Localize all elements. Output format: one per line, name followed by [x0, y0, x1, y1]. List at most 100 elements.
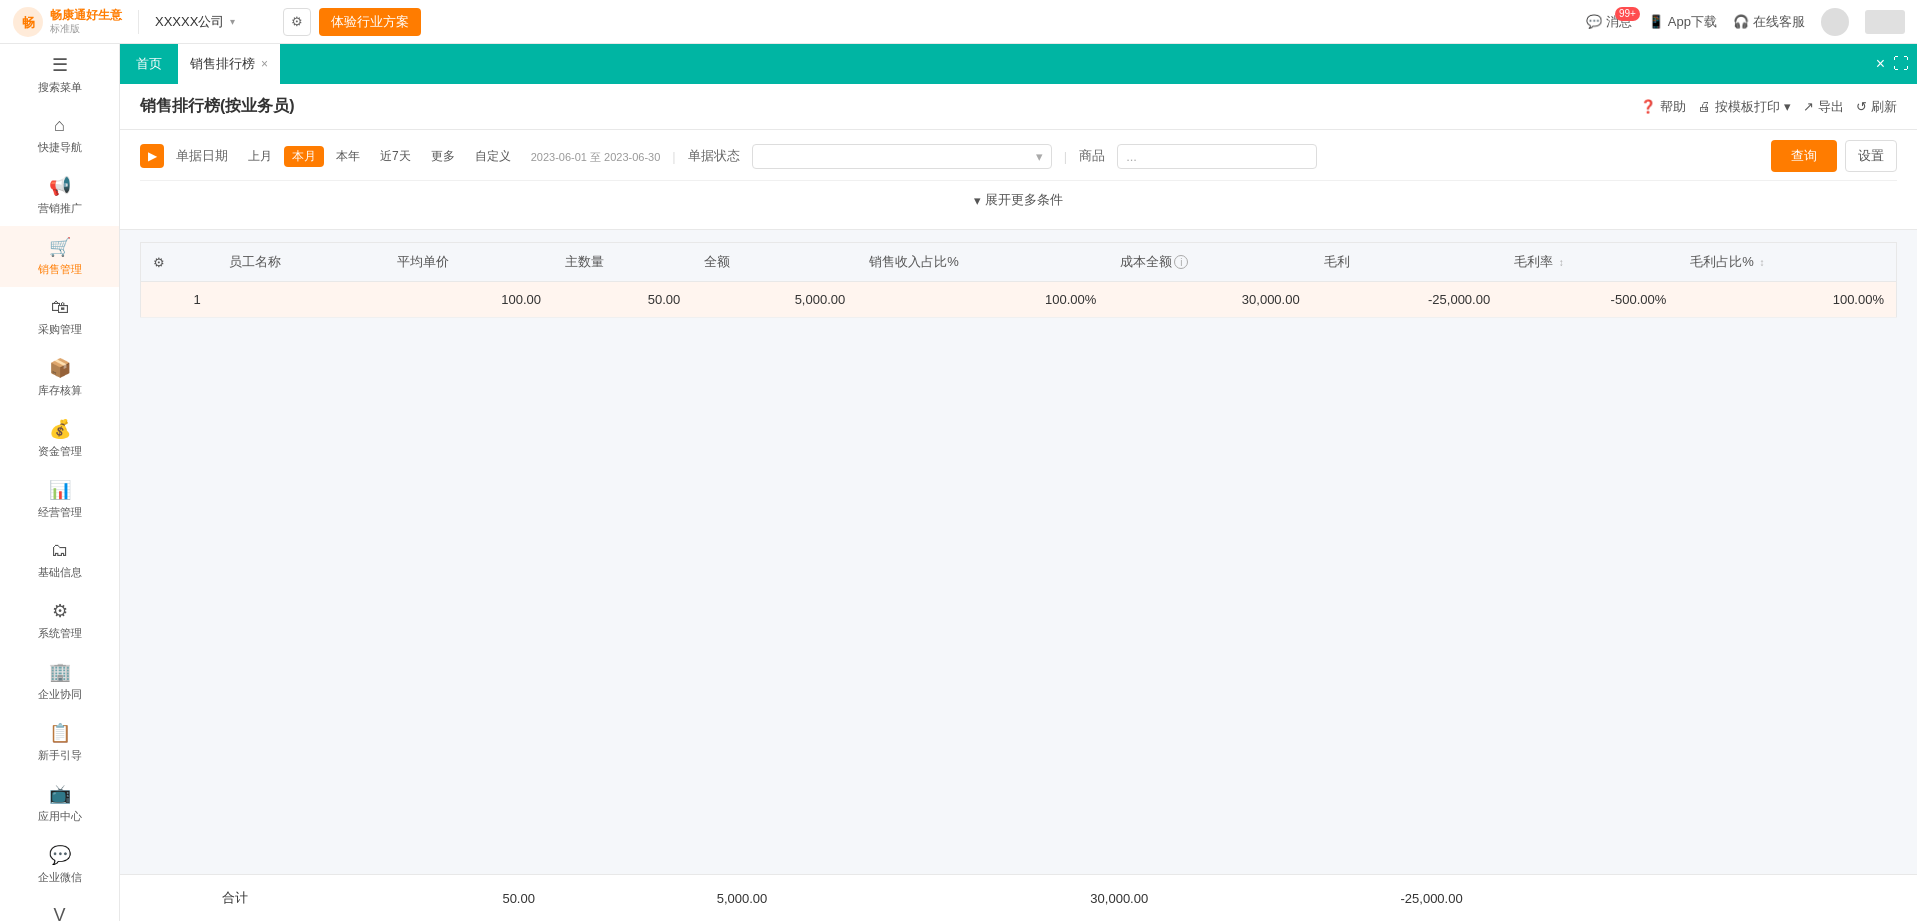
company-selector[interactable]: XXXXX公司 ▾ — [155, 13, 275, 31]
status-select[interactable]: ▾ — [752, 144, 1052, 169]
col-qty: 主数量 — [553, 243, 692, 282]
svg-text:畅: 畅 — [22, 15, 35, 30]
sidebar-item-marketing[interactable]: 📢 营销推广 — [0, 165, 119, 226]
date-tab-5[interactable]: 自定义 — [467, 146, 519, 167]
sidebar-item-guide[interactable]: 📋 新手引导 — [0, 712, 119, 773]
refresh-icon: ↺ — [1856, 99, 1867, 114]
row-sales-pct-0: 100.00% — [857, 282, 1108, 318]
sidebar-item-system[interactable]: ⚙系统管理 — [0, 590, 119, 651]
footer-qty: 50.00 — [490, 885, 704, 911]
refresh-button[interactable]: ↺ 刷新 — [1856, 98, 1897, 116]
print-template-button[interactable]: 🖨 按模板打印 ▾ — [1698, 98, 1791, 116]
row-amount-0: 5,000.00 — [692, 282, 857, 318]
gross-pct-sort-icon[interactable]: ↕ — [1759, 257, 1764, 268]
cost-info-icon[interactable]: i — [1174, 255, 1188, 269]
sidebar-label-search-order: 搜索菜单 — [38, 80, 82, 95]
filter-separator-1: | — [672, 149, 675, 164]
date-filter-label: 单据日期 — [176, 147, 228, 165]
date-tab-0[interactable]: 上月 — [240, 146, 280, 167]
page-title: 销售排行榜(按业务员) — [140, 96, 295, 117]
expand-more-button[interactable]: ▾ 展开更多条件 — [966, 187, 1071, 213]
settings-button[interactable]: ⚙ — [283, 8, 311, 36]
sidebar-label-enterprise: 企业协同 — [38, 687, 82, 702]
tab-close-all-button[interactable]: × — [1876, 55, 1885, 73]
export-label: 导出 — [1818, 98, 1844, 116]
row-cost-0: 30,000.00 — [1108, 282, 1311, 318]
page-content: 销售排行榜(按业务员) ❓ 帮助 🖨 按模板打印 ▾ ↗ 导出 — [120, 84, 1917, 921]
date-tab-1[interactable]: 本月 — [284, 146, 324, 167]
trial-button[interactable]: 体验行业方案 — [319, 8, 421, 36]
sidebar-item-purchase[interactable]: 🛍采购管理 — [0, 287, 119, 347]
phone-icon: 📱 — [1648, 14, 1664, 29]
col-settings[interactable]: ⚙ — [141, 243, 178, 282]
sidebar-item-sales[interactable]: 🛒 销售管理 — [0, 226, 119, 287]
app-name: 畅康通好生意 — [50, 8, 122, 22]
sidebar-item-finance[interactable]: 💰资金管理 — [0, 408, 119, 469]
footer-table: 合计 50.00 5,000.00 30,000.00 -25,000.00 — [140, 885, 1897, 911]
sidebar-icon-quick-nav: ⌂ — [54, 115, 65, 136]
col-gross: 毛利 — [1312, 243, 1503, 282]
sidebar-label-basic-info: 基础信息 — [38, 565, 82, 580]
filter-expand-arrow[interactable]: ▶ — [140, 144, 164, 168]
tab-close-button[interactable]: × — [261, 57, 268, 71]
sidebar-icon-sales: 🛒 — [49, 236, 71, 258]
app-download-button[interactable]: 📱 App下载 — [1648, 13, 1717, 31]
top-bar: 畅 畅康通好生意 标准版 XXXXX公司 ▾ ⚙ 体验行业方案 💬 消息 99+… — [0, 0, 1917, 44]
refresh-label: 刷新 — [1871, 98, 1897, 116]
sidebar-icon-basic-info: 🗂 — [51, 540, 69, 561]
user-name-area — [1865, 10, 1905, 34]
query-button[interactable]: 查询 — [1771, 140, 1837, 172]
row-avg-price-0: 100.00 — [385, 282, 553, 318]
action-buttons: 查询 设置 — [1771, 140, 1897, 172]
date-tab-4[interactable]: 更多 — [423, 146, 463, 167]
page-header: 销售排行榜(按业务员) ❓ 帮助 🖨 按模板打印 ▾ ↗ 导出 — [120, 84, 1917, 130]
sidebar-icon-enterprise: 🏢 — [49, 661, 71, 683]
help-button[interactable]: ❓ 帮助 — [1640, 98, 1686, 116]
date-range: 2023-06-01 至 2023-06-30 — [531, 150, 661, 165]
sidebar-label-quick-nav: 快捷导航 — [38, 140, 82, 155]
row-gross-0: -25,000.00 — [1312, 282, 1503, 318]
sidebar-label-marketing: 营销推广 — [38, 201, 82, 216]
sidebar-icon-guide: 📋 — [49, 722, 71, 744]
footer-rank-col — [170, 885, 210, 911]
col-gross-pct: 毛利占比% ↕ — [1678, 243, 1896, 282]
sidebar-label-guide: 新手引导 — [38, 748, 82, 763]
sidebar-label-purchase: 采购管理 — [38, 322, 82, 337]
sidebar-item-app-center[interactable]: 📺应用中心 — [0, 773, 119, 834]
sidebar-icon-inventory: 📦 — [49, 357, 71, 379]
sidebar-icon-wechat: 💬 — [49, 844, 71, 866]
sidebar-item-enterprise[interactable]: 🏢 企业协同 — [0, 651, 119, 712]
footer-settings-col — [140, 885, 170, 911]
sidebar-item-inventory[interactable]: 📦库存核算 — [0, 347, 119, 408]
help-icon: ❓ — [1640, 99, 1656, 114]
col-amount: 全额 — [692, 243, 857, 282]
sidebar-icon-marketing: 📢 — [49, 175, 71, 197]
goods-input[interactable]: ... — [1117, 144, 1317, 169]
table-row: 1 100.00 50.00 5,000.00 100.00% 30,000.0… — [141, 282, 1897, 318]
tab-home[interactable]: 首页 — [120, 44, 178, 84]
message-button[interactable]: 💬 消息 99+ — [1586, 13, 1632, 31]
sidebar-item-wechat[interactable]: 💬企业微信 — [0, 834, 119, 895]
online-service-button[interactable]: 🎧 在线客服 — [1733, 13, 1805, 31]
date-tab-3[interactable]: 近7天 — [372, 146, 419, 167]
main-layout: ☰搜索菜单 ⌂ 快捷导航 📢 营销推广 🛒 销售管理 🛍采购管理📦库存核算💰资金管理📊经营管理… — [0, 44, 1917, 921]
sidebar-item-quick-nav[interactable]: ⌂ 快捷导航 — [0, 105, 119, 165]
row-settings-0 — [141, 282, 178, 318]
date-tab-2[interactable]: 本年 — [328, 146, 368, 167]
footer-amount: 5,000.00 — [705, 885, 988, 911]
export-icon: ↗ — [1803, 99, 1814, 114]
tab-sales-rank[interactable]: 销售排行榜 × — [178, 44, 280, 84]
sidebar-item-member[interactable]: V畅会员 — [0, 895, 119, 921]
tab-fullscreen-button[interactable]: ⛶ — [1893, 55, 1909, 73]
sidebar-item-operations[interactable]: 📊经营管理 — [0, 469, 119, 530]
export-button[interactable]: ↗ 导出 — [1803, 98, 1844, 116]
gross-rate-sort-icon[interactable]: ↕ — [1559, 257, 1564, 268]
settings-button-filter[interactable]: 设置 — [1845, 140, 1897, 172]
headset-icon: 🎧 — [1733, 14, 1749, 29]
sidebar-item-basic-info[interactable]: 🗂 基础信息 — [0, 530, 119, 590]
avatar[interactable] — [1821, 8, 1849, 36]
sidebar-label-sales: 销售管理 — [38, 262, 82, 277]
sidebar-item-search-order[interactable]: ☰搜索菜单 — [0, 44, 119, 105]
footer-row: 合计 50.00 5,000.00 30,000.00 -25,000.00 — [140, 885, 1897, 911]
col-cost: 成本全额 i — [1108, 243, 1311, 282]
